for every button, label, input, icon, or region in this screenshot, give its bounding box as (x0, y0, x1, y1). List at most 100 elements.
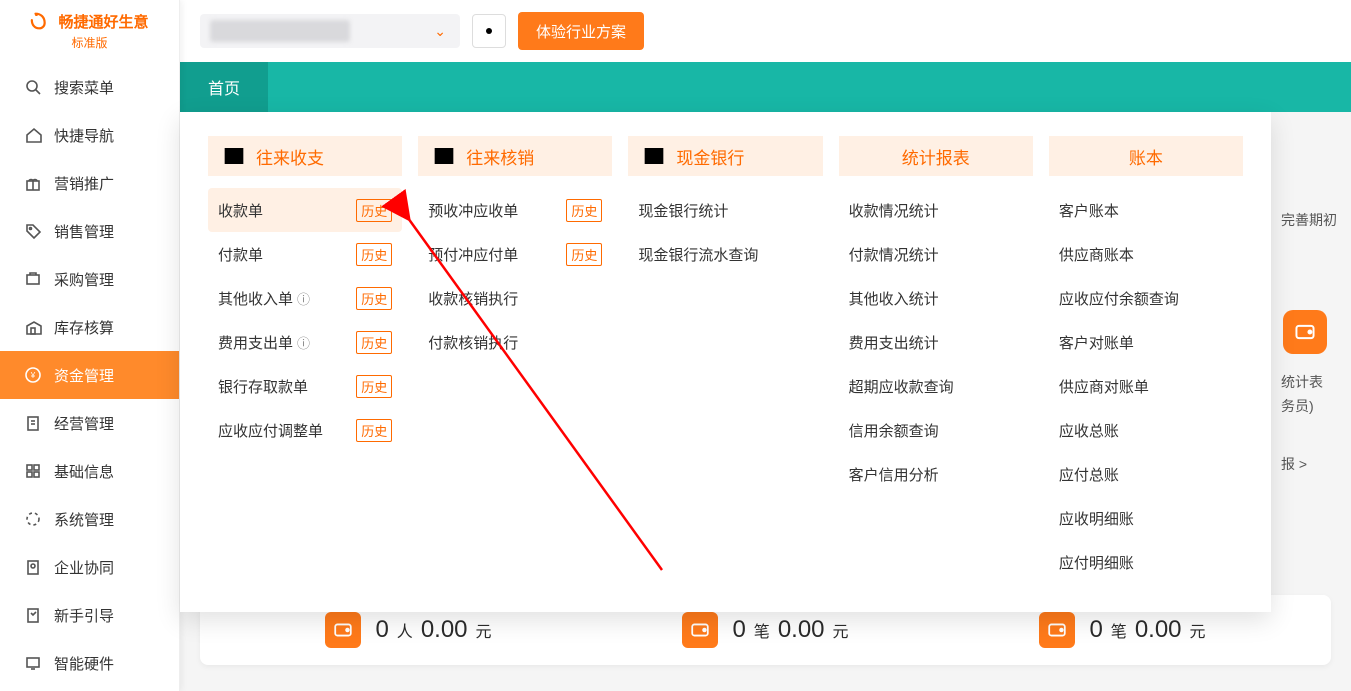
sidebar-item-label: 经营管理 (54, 413, 114, 434)
right-peek-3: 报 > (1281, 454, 1351, 474)
mega-item-label: 付款情况统计 (849, 244, 939, 265)
document-icon (642, 144, 666, 168)
sidebar-item-8[interactable]: 基础信息 (0, 447, 179, 495)
mega-item-0-1[interactable]: 付款单历史 (208, 232, 402, 276)
document-icon (432, 144, 456, 168)
mega-item-label: 客户对账单 (1059, 332, 1134, 353)
history-link[interactable]: 历史 (356, 287, 392, 310)
mega-item-label: 费用支出单ⓘ (218, 332, 310, 353)
history-link[interactable]: 历史 (356, 199, 392, 222)
sidebar-item-label: 库存核算 (54, 317, 114, 338)
mega-item-label: 预付冲应付单 (428, 244, 518, 265)
mega-item-0-5[interactable]: 应收应付调整单历史 (208, 408, 402, 452)
tab-home[interactable]: 首页 (180, 62, 268, 112)
mega-item-3-3[interactable]: 费用支出统计 (839, 320, 1033, 364)
summary-amount-unit: 元 (833, 618, 849, 642)
mega-item-label: 费用支出统计 (849, 332, 939, 353)
mega-col-title: 统计报表 (902, 144, 970, 169)
sidebar-item-5[interactable]: 库存核算 (0, 303, 179, 351)
mega-item-4-8[interactable]: 应付明细账 (1049, 540, 1243, 584)
mega-item-1-0[interactable]: 预收冲应收单历史 (418, 188, 612, 232)
history-link[interactable]: 历史 (566, 199, 602, 222)
mega-item-1-1[interactable]: 预付冲应付单 历史 (418, 232, 612, 276)
mega-item-2-0[interactable]: 现金银行统计 (628, 188, 822, 232)
mega-item-0-0[interactable]: 收款单历史 (208, 188, 402, 232)
sidebar-item-11[interactable]: 新手引导 (0, 591, 179, 639)
mega-item-4-1[interactable]: 供应商账本 (1049, 232, 1243, 276)
help-icon[interactable]: ⓘ (297, 292, 310, 307)
mega-col-2: 现金银行现金银行统计现金银行流水查询 (628, 136, 822, 588)
sidebar-item-1[interactable]: 快捷导航 (0, 111, 179, 159)
mega-item-label: 现金银行流水查询 (638, 244, 758, 265)
mega-col-title: 往来收支 (256, 144, 324, 169)
mega-item-3-6[interactable]: 客户信用分析 (839, 452, 1033, 496)
mega-item-1-3[interactable]: 付款核销执行 (418, 320, 612, 364)
mega-item-0-4[interactable]: 银行存取款单历史 (208, 364, 402, 408)
mega-item-0-3[interactable]: 费用支出单ⓘ 历史 (208, 320, 402, 364)
summary-count: 0 (732, 616, 745, 644)
topbar: ⌄ 体验行业方案 (180, 0, 1351, 62)
mega-item-2-1[interactable]: 现金银行流水查询 (628, 232, 822, 276)
mega-item-3-0[interactable]: 收款情况统计 (839, 188, 1033, 232)
history-link[interactable]: 历史 (356, 331, 392, 354)
sidebar-item-4[interactable]: 采购管理 (0, 255, 179, 303)
sidebar-item-label: 采购管理 (54, 269, 114, 290)
mega-item-1-2[interactable]: 收款核销执行 (418, 276, 612, 320)
mega-item-4-2[interactable]: 应收应付余额查询 (1049, 276, 1243, 320)
history-link[interactable]: 历史 (356, 419, 392, 442)
money-icon (24, 366, 42, 384)
mega-item-4-4[interactable]: 供应商对账单 (1049, 364, 1243, 408)
mega-item-3-2[interactable]: 其他收入统计 (839, 276, 1033, 320)
peek-text[interactable]: 报 > (1281, 454, 1351, 474)
brand-block: 畅捷通好生意 标准版 (0, 0, 179, 57)
mega-item-label: 应付总账 (1059, 464, 1119, 485)
sidebar-item-label: 基础信息 (54, 461, 114, 482)
sidebar-item-3[interactable]: 销售管理 (0, 207, 179, 255)
sidebar-item-0[interactable]: 搜索菜单 (0, 63, 179, 111)
mega-item-label: 超期应收款查询 (849, 376, 954, 397)
history-link[interactable]: 历史 (356, 243, 392, 266)
org-selector[interactable]: ⌄ (200, 14, 460, 48)
funds-mega-menu: 往来收支收款单历史付款单历史其他收入单ⓘ历史费用支出单ⓘ历史银行存取款单历史应收… (180, 112, 1271, 612)
industry-plan-button[interactable]: 体验行业方案 (518, 12, 644, 50)
summary-icon (325, 612, 361, 648)
brand-title: 畅捷通好生意 (58, 11, 148, 32)
sidebar-item-6[interactable]: 资金管理 (0, 351, 179, 399)
history-link[interactable]: 历史 (356, 375, 392, 398)
sidebar-item-label: 企业协同 (54, 557, 114, 578)
mega-item-label: 供应商账本 (1059, 244, 1134, 265)
summary-amount: 0.00 (421, 616, 468, 644)
help-icon[interactable]: ⓘ (297, 336, 310, 351)
sidebar-item-label: 搜索菜单 (54, 77, 114, 98)
mega-item-4-7[interactable]: 应收明细账 (1049, 496, 1243, 540)
clipboard-icon (24, 414, 42, 432)
sidebar-item-label: 营销推广 (54, 173, 114, 194)
summary-item-2: 0笔 0.00元 (1039, 612, 1205, 648)
summary-amount-unit: 元 (476, 618, 492, 642)
mega-item-4-5[interactable]: 应收总账 (1049, 408, 1243, 452)
home-icon (24, 126, 42, 144)
wallet-icon (1294, 321, 1316, 343)
tag-icon (24, 222, 42, 240)
sidebar-item-2[interactable]: 营销推广 (0, 159, 179, 207)
tv-icon (24, 654, 42, 672)
sidebar-item-7[interactable]: 经营管理 (0, 399, 179, 447)
mega-item-3-5[interactable]: 信用余额查询 (839, 408, 1033, 452)
shortcut-badge[interactable] (1283, 310, 1327, 354)
mega-item-3-4[interactable]: 超期应收款查询 (839, 364, 1033, 408)
summary-icon (682, 612, 718, 648)
mega-col-3: 统计报表收款情况统计付款情况统计其他收入统计费用支出统计超期应收款查询信用余额查… (839, 136, 1033, 588)
mega-item-4-3[interactable]: 客户对账单 (1049, 320, 1243, 364)
chevron-down-icon: ⌄ (434, 23, 446, 40)
sidebar-item-12[interactable]: 智能硬件 (0, 639, 179, 687)
sidebar-item-10[interactable]: 企业协同 (0, 543, 179, 591)
history-link[interactable]: 历史 (566, 243, 602, 266)
mega-item-4-0[interactable]: 客户账本 (1049, 188, 1243, 232)
sidebar-item-9[interactable]: 系统管理 (0, 495, 179, 543)
settings-button[interactable] (472, 14, 506, 48)
guide-icon (24, 606, 42, 624)
mega-item-3-1[interactable]: 付款情况统计 (839, 232, 1033, 276)
mega-item-4-6[interactable]: 应付总账 (1049, 452, 1243, 496)
mega-item-0-2[interactable]: 其他收入单ⓘ历史 (208, 276, 402, 320)
org-name-redacted (210, 20, 350, 42)
